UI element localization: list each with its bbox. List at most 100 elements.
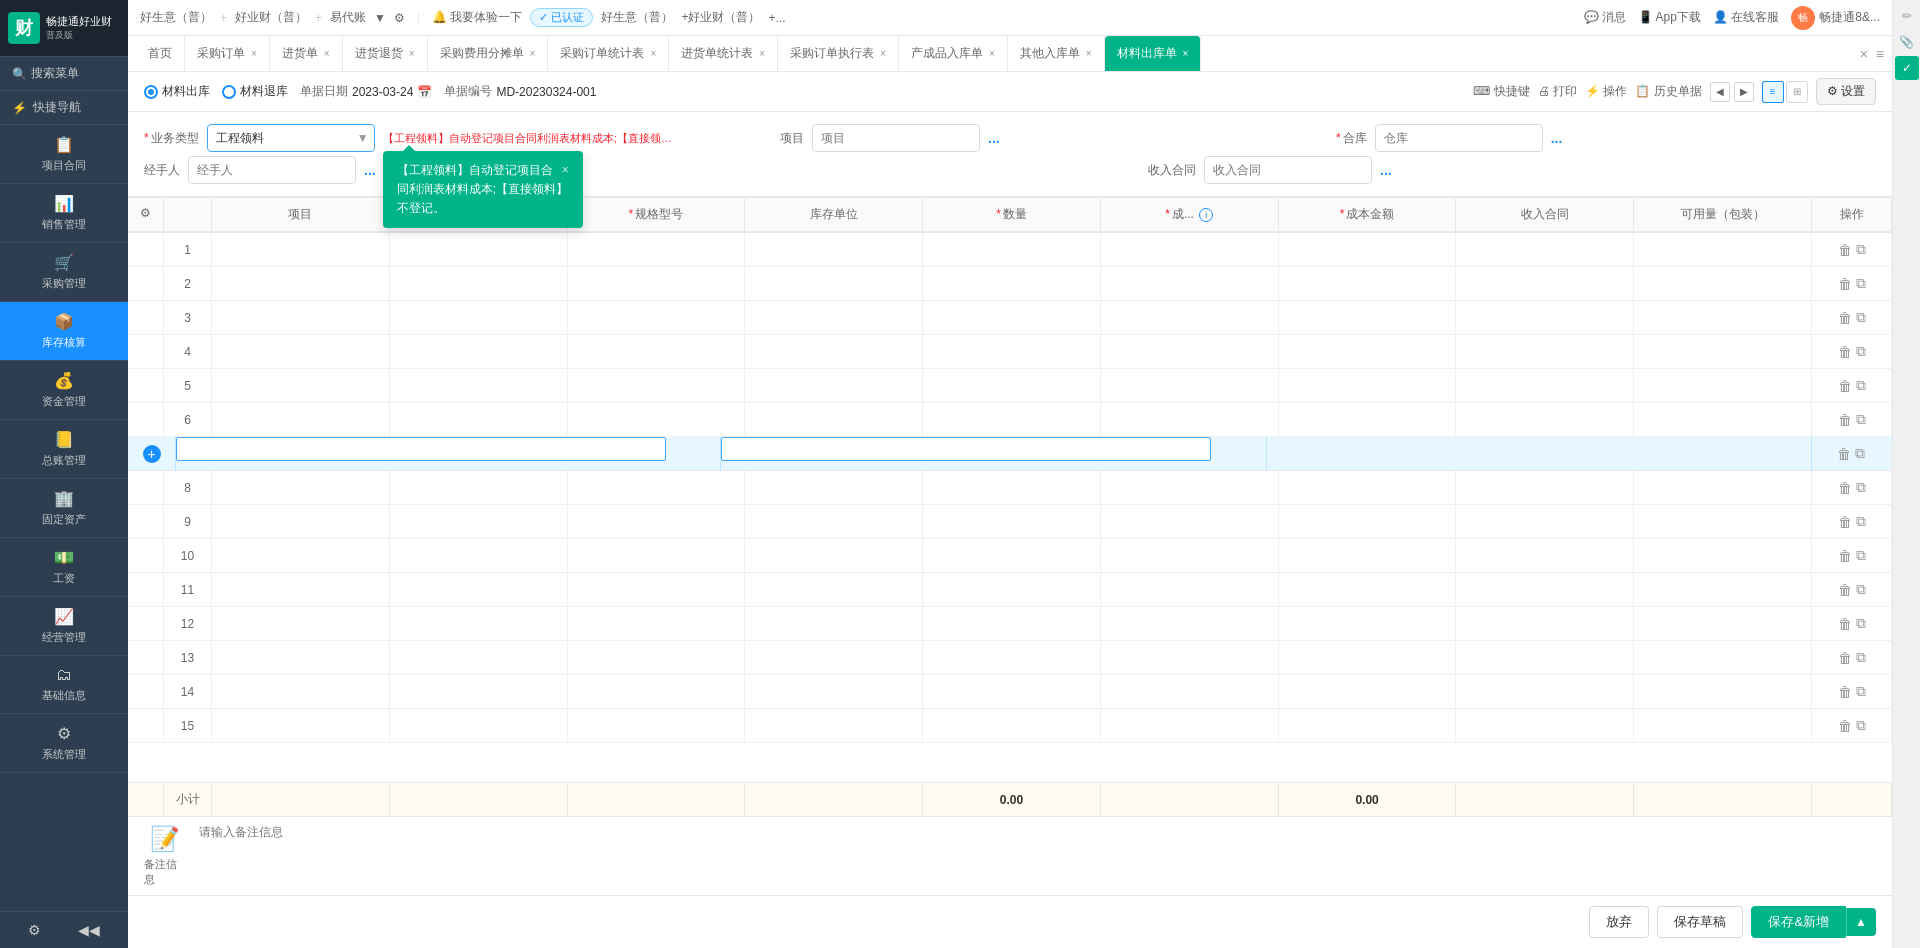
td-unit[interactable] — [745, 301, 923, 334]
message-btn[interactable]: 💬 消息 — [1584, 9, 1626, 26]
td-available[interactable] — [1634, 539, 1812, 572]
td-project[interactable] — [212, 403, 390, 436]
td-available[interactable] — [1634, 607, 1812, 640]
td-income[interactable] — [1456, 301, 1634, 334]
tab-close[interactable]: × — [880, 48, 886, 59]
add-row-input-2[interactable] — [721, 437, 1211, 461]
delete-row-btn[interactable]: 🗑 — [1838, 242, 1852, 258]
td-cost[interactable] — [1101, 267, 1279, 300]
project-input[interactable] — [812, 124, 980, 152]
td-spec[interactable] — [568, 505, 746, 538]
td-material[interactable] — [390, 641, 568, 674]
income-contract-dots-btn[interactable]: ... — [1380, 162, 1392, 178]
td-material[interactable] — [390, 573, 568, 606]
td-cost[interactable] — [1101, 301, 1279, 334]
td-material[interactable] — [390, 607, 568, 640]
cost-info-icon[interactable]: i — [1199, 208, 1213, 222]
delete-row-btn[interactable]: 🗑 — [1838, 480, 1852, 496]
project-dots-btn[interactable]: ... — [988, 130, 1000, 146]
shortcuts-btn[interactable]: ⌨ 快捷键 — [1473, 83, 1529, 100]
td-cost-amt[interactable] — [1279, 335, 1457, 368]
sidebar-item-fixed-assets[interactable]: 🏢 固定资产 — [0, 479, 128, 538]
td-cost-amt[interactable] — [1279, 607, 1457, 640]
topbar-experience[interactable]: 🔔 我要体验一下 — [432, 9, 522, 26]
discard-button[interactable]: 放弃 — [1589, 906, 1649, 938]
td-income[interactable] — [1456, 573, 1634, 606]
copy-row-btn[interactable]: ⧉ — [1856, 275, 1866, 292]
history-btn[interactable]: 📋 历史单据 — [1635, 83, 1701, 100]
td-material[interactable] — [390, 301, 568, 334]
td-project[interactable] — [212, 573, 390, 606]
calendar-icon[interactable]: 📅 — [417, 85, 432, 99]
td-income[interactable] — [1456, 267, 1634, 300]
sidebar-item-operations[interactable]: 📈 经营管理 — [0, 597, 128, 656]
td-spec[interactable] — [568, 641, 746, 674]
prev-page-btn[interactable]: ◀ — [1710, 82, 1730, 102]
td-income[interactable] — [1456, 335, 1634, 368]
td-available[interactable] — [1634, 675, 1812, 708]
next-page-btn[interactable]: ▶ — [1734, 82, 1754, 102]
td-spec[interactable] — [568, 301, 746, 334]
app-download-btn[interactable]: 📱 App下载 — [1638, 9, 1701, 26]
td-income[interactable] — [1456, 675, 1634, 708]
td-unit[interactable] — [745, 709, 923, 742]
tab-close[interactable]: × — [1086, 48, 1092, 59]
copy-row-btn[interactable]: ⧉ — [1856, 309, 1866, 326]
collapse-btn[interactable]: ◀◀ — [78, 922, 100, 938]
handler-input[interactable] — [188, 156, 356, 184]
right-panel-edit-btn[interactable]: ✏ — [1895, 4, 1919, 28]
td-income[interactable] — [1456, 233, 1634, 266]
tab-purchase-receipt[interactable]: 进货单× — [270, 36, 343, 72]
biz-type-input[interactable] — [207, 124, 375, 152]
tab-other-receipt[interactable]: 其他入库单× — [1008, 36, 1105, 72]
td-material[interactable] — [390, 675, 568, 708]
print-btn[interactable]: 🖨 打印 — [1538, 83, 1577, 100]
tab-close[interactable]: × — [324, 48, 330, 59]
td-unit[interactable] — [745, 369, 923, 402]
td-available[interactable] — [1634, 301, 1812, 334]
td-income[interactable] — [1456, 369, 1634, 402]
td-qty[interactable] — [923, 403, 1101, 436]
td-qty[interactable] — [923, 233, 1101, 266]
td-project[interactable] — [212, 539, 390, 572]
td-unit[interactable] — [745, 539, 923, 572]
td-cost-amt[interactable] — [1279, 709, 1457, 742]
td-project[interactable] — [212, 301, 390, 334]
td-cost-amt[interactable] — [1279, 369, 1457, 402]
td-available[interactable] — [1634, 505, 1812, 538]
td-project[interactable] — [212, 335, 390, 368]
delete-row-btn[interactable]: 🗑 — [1838, 684, 1852, 700]
td-qty[interactable] — [923, 335, 1101, 368]
tab-close-active[interactable]: × — [1183, 48, 1189, 59]
td-project[interactable] — [212, 471, 390, 504]
td-project[interactable] — [212, 709, 390, 742]
td-cost[interactable] — [1101, 573, 1279, 606]
td-income[interactable] — [1456, 709, 1634, 742]
td-qty[interactable] — [923, 675, 1101, 708]
td-spec[interactable] — [568, 471, 746, 504]
td-income[interactable] — [1456, 641, 1634, 674]
td-income[interactable] — [1456, 607, 1634, 640]
td-unit[interactable] — [745, 505, 923, 538]
topbar-link-more[interactable]: +... — [768, 11, 785, 25]
td-cost[interactable] — [1101, 335, 1279, 368]
td-qty[interactable] — [923, 641, 1101, 674]
list-view-btn[interactable]: ≡ — [1762, 81, 1784, 103]
delete-row-btn[interactable]: 🗑 — [1838, 582, 1852, 598]
tooltip-close-btn[interactable]: × — [562, 161, 569, 180]
sidebar-item-system[interactable]: ⚙ 系统管理 — [0, 714, 128, 773]
td-available[interactable] — [1634, 369, 1812, 402]
td-spec[interactable] — [568, 709, 746, 742]
notes-input[interactable] — [199, 825, 1876, 839]
td-qty[interactable] — [923, 471, 1101, 504]
td-cost[interactable] — [1101, 233, 1279, 266]
td-spec[interactable] — [568, 267, 746, 300]
td-qty[interactable] — [923, 369, 1101, 402]
td-available[interactable] — [1634, 641, 1812, 674]
tab-close[interactable]: × — [650, 48, 656, 59]
user-menu[interactable]: 畅 畅捷通8&... — [1791, 6, 1880, 30]
settings-btn[interactable]: ⚙ — [28, 922, 41, 938]
td-project[interactable] — [212, 267, 390, 300]
settings-btn[interactable]: ⚙ 设置 — [1816, 78, 1876, 105]
td-material[interactable] — [390, 471, 568, 504]
